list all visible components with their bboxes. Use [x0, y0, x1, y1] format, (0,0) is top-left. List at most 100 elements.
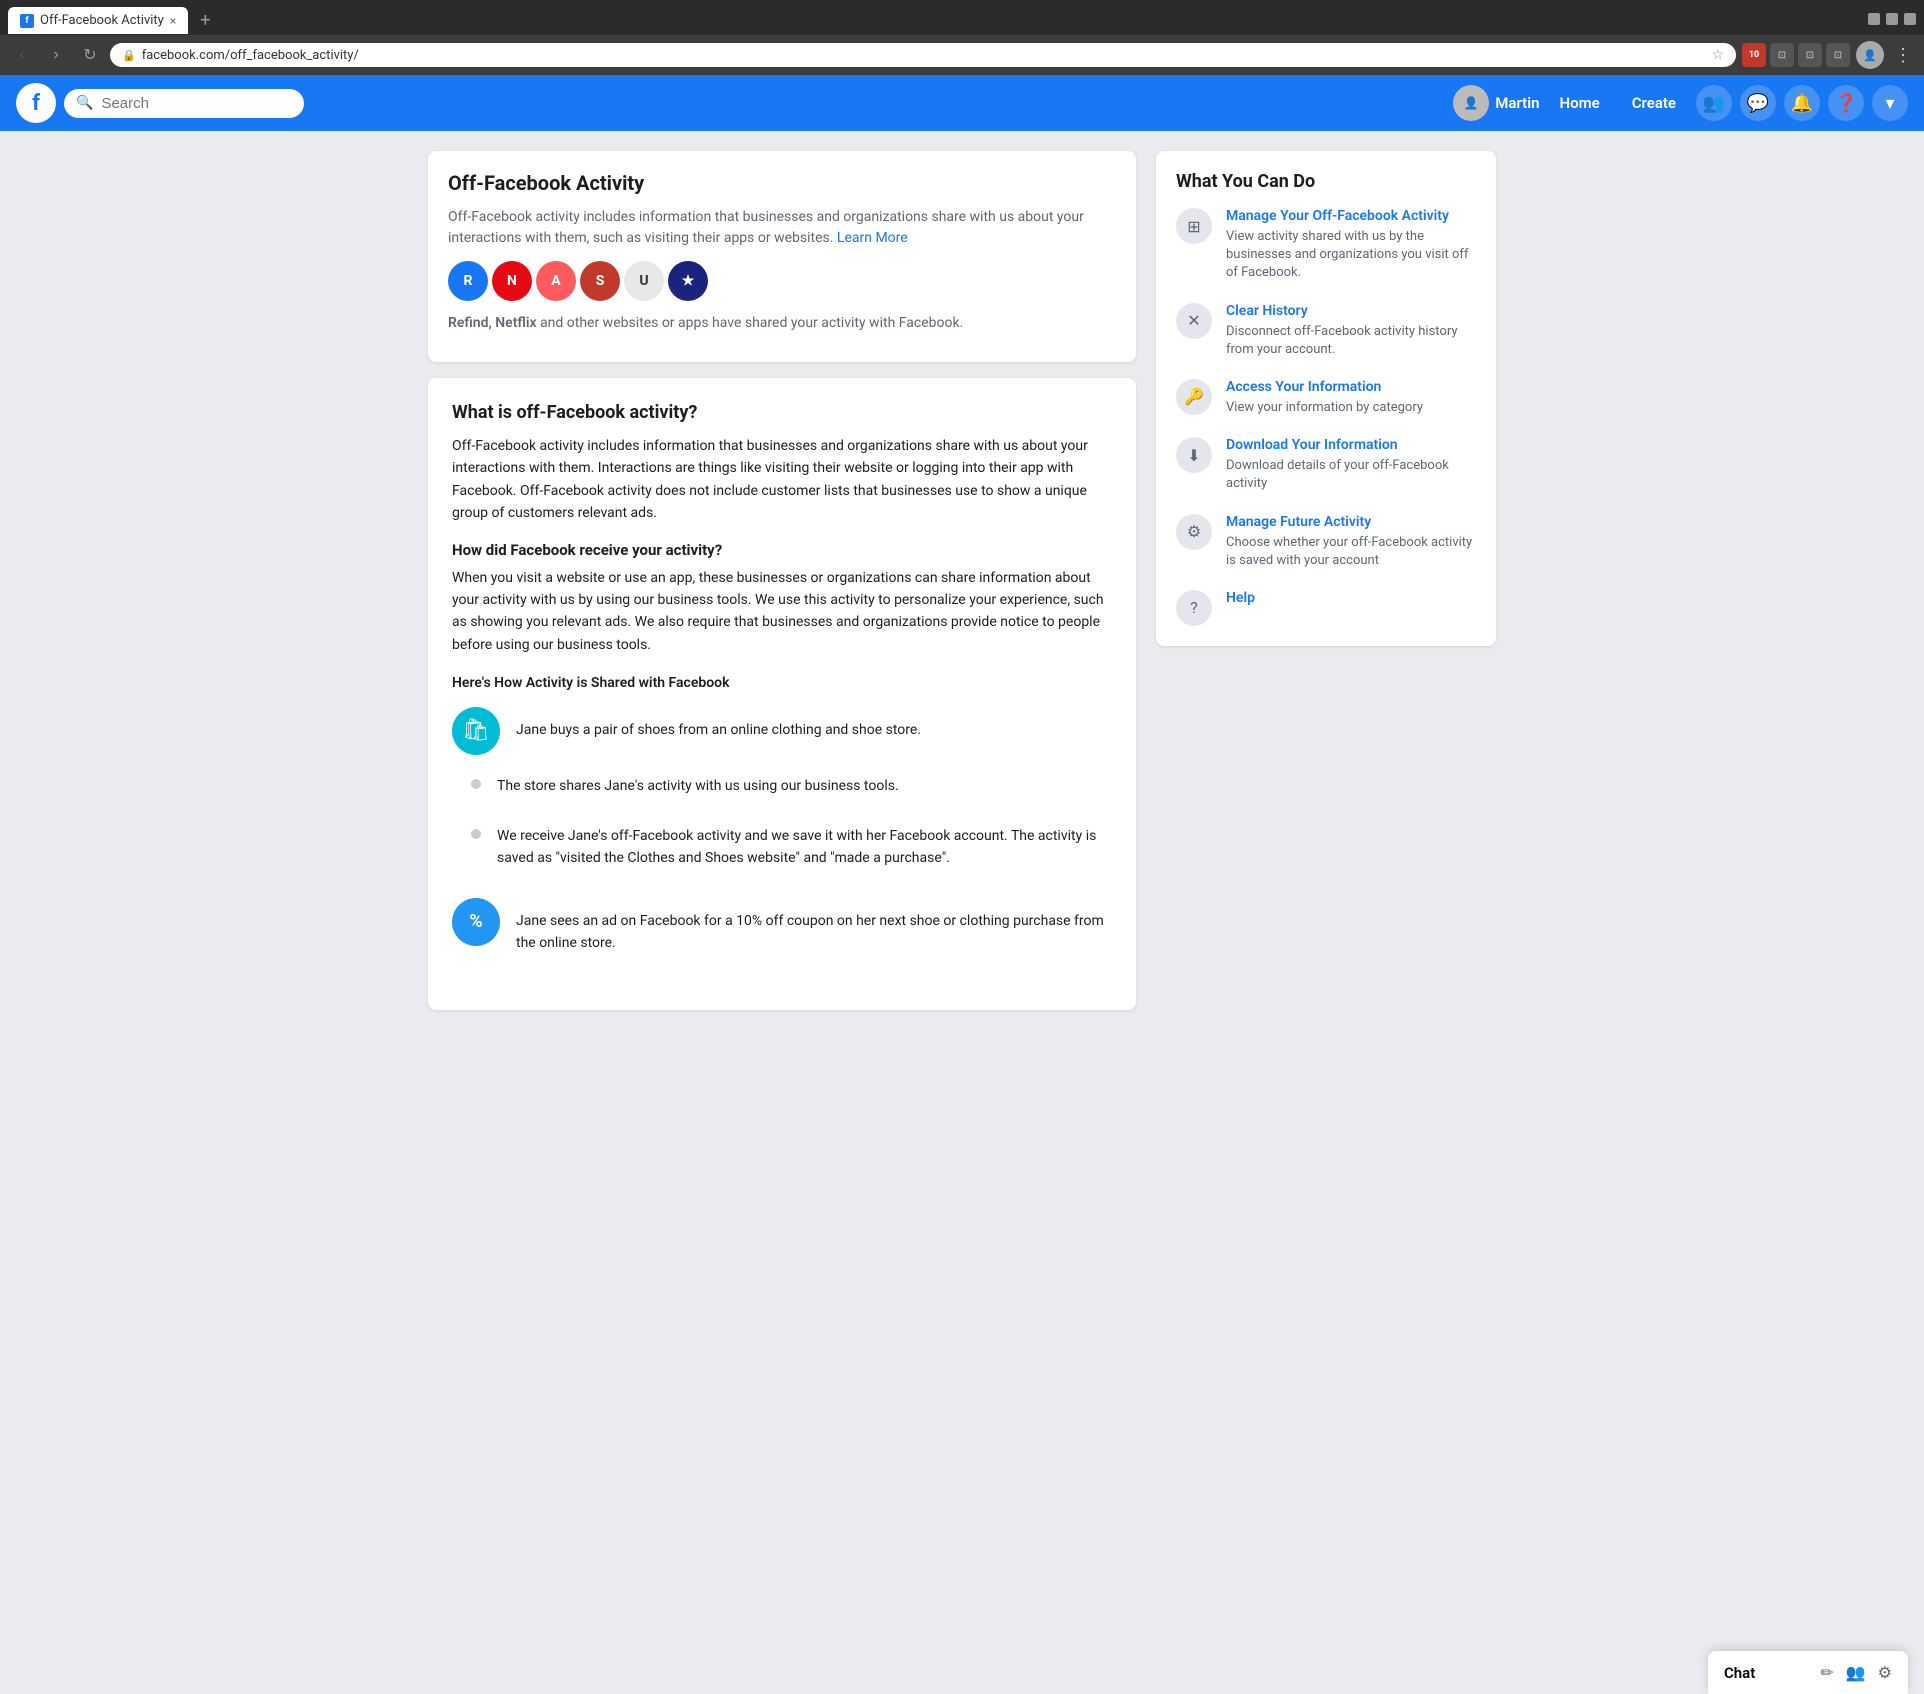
story-icon-2: % — [452, 898, 500, 946]
sidebar-title: What You Can Do — [1176, 171, 1476, 192]
clear-icon: ✕ — [1176, 303, 1212, 339]
bullet-item-2: We receive Jane's off-Facebook activity … — [452, 825, 1112, 882]
account-menu-icon[interactable]: ▾ — [1872, 85, 1908, 121]
download-description: Download details of your off-Facebook ac… — [1226, 457, 1476, 493]
chat-contacts-icon[interactable]: 👥 — [1846, 1663, 1866, 1682]
download-link[interactable]: Download Your Information — [1226, 437, 1476, 453]
bullet-text-2: We receive Jane's off-Facebook activity … — [497, 825, 1112, 870]
access-icon: 🔑 — [1176, 379, 1212, 415]
tab-favicon: f — [20, 14, 34, 28]
main-container: Off-Facebook Activity Off-Facebook activ… — [412, 151, 1512, 1010]
info-paragraph-2: When you visit a website or use an app, … — [452, 567, 1112, 657]
how-title: How did Facebook receive your activity? — [452, 541, 1112, 559]
help-icon[interactable]: ❓ — [1828, 85, 1864, 121]
story-item-1: 🛍 Jane buys a pair of shoes from an onli… — [452, 707, 1112, 755]
info-card: What is off-Facebook activity? Off-Faceb… — [428, 378, 1136, 1010]
story-icon-1: 🛍 — [452, 707, 500, 755]
clear-content: Clear History Disconnect off-Facebook ac… — [1226, 303, 1476, 359]
clear-link[interactable]: Clear History — [1226, 303, 1476, 319]
chat-settings-icon[interactable]: ⚙ — [1878, 1663, 1892, 1682]
chat-label: Chat — [1724, 1664, 1808, 1682]
future-content: Manage Future Activity Choose whether yo… — [1226, 514, 1476, 570]
app-icons-row: R N A S U ★ — [448, 261, 1116, 301]
info-paragraph-1: Off-Facebook activity includes informati… — [452, 435, 1112, 525]
download-icon: ⬇ — [1176, 437, 1212, 473]
manage-link[interactable]: Manage Your Off-Facebook Activity — [1226, 208, 1476, 224]
manage-content: Manage Your Off-Facebook Activity View a… — [1226, 208, 1476, 283]
facebook-logo: f — [16, 83, 56, 123]
forward-button[interactable]: › — [42, 41, 70, 69]
access-content: Access Your Information View your inform… — [1226, 379, 1476, 417]
search-box[interactable]: 🔍 — [64, 89, 304, 118]
tab-title: Off-Facebook Activity — [40, 13, 164, 28]
refresh-button[interactable]: ↻ — [76, 41, 104, 69]
tab-bar: f Off-Facebook Activity × + — [0, 0, 1924, 35]
address-text: facebook.com/off_facebook_activity/ — [142, 48, 1706, 63]
app-icon-4: S — [580, 261, 620, 301]
hero-card: Off-Facebook Activity Off-Facebook activ… — [428, 151, 1136, 362]
future-link[interactable]: Manage Future Activity — [1226, 514, 1476, 530]
how-shared-title: Here's How Activity is Shared with Faceb… — [452, 672, 1112, 694]
help-action-icon: ? — [1176, 590, 1212, 626]
action-access[interactable]: 🔑 Access Your Information View your info… — [1176, 379, 1476, 417]
download-content: Download Your Information Download detai… — [1226, 437, 1476, 493]
chat-bar: Chat ✏ 👥 ⚙ — [1708, 1651, 1908, 1694]
hero-intro: Off-Facebook activity includes informati… — [448, 207, 1116, 249]
ext-btn-3[interactable]: ⊡ — [1798, 43, 1822, 67]
facebook-nav: 👤 Martin Home Create 👥 💬 🔔 ❓ ▾ — [1453, 85, 1908, 121]
hero-title: Off-Facebook Activity — [448, 171, 1116, 195]
action-help[interactable]: ? Help — [1176, 590, 1476, 626]
activity-intro-text: Refind, Netflix and other websites or ap… — [448, 313, 1116, 334]
address-bar[interactable]: 🔒 facebook.com/off_facebook_activity/ ☆ — [110, 43, 1736, 67]
lock-icon: 🔒 — [122, 49, 136, 62]
bullet-item-1: The store shares Jane's activity with us… — [452, 775, 1112, 809]
user-profile-link[interactable]: 👤 Martin — [1453, 85, 1539, 121]
action-future[interactable]: ⚙ Manage Future Activity Choose whether … — [1176, 514, 1476, 570]
browser-profile-icon[interactable]: 👤 — [1856, 41, 1884, 69]
info-title: What is off-Facebook activity? — [452, 402, 1112, 423]
access-description: View your information by category — [1226, 399, 1476, 417]
restore-button[interactable] — [1886, 13, 1898, 25]
right-panel: What You Can Do ⊞ Manage Your Off-Facebo… — [1156, 151, 1496, 1010]
messenger-icon[interactable]: 💬 — [1740, 85, 1776, 121]
friends-icon[interactable]: 👥 — [1696, 85, 1732, 121]
search-icon: 🔍 — [76, 95, 93, 111]
bullet-text-1: The store shares Jane's activity with us… — [497, 775, 1112, 797]
app-icon-netflix: N — [492, 261, 532, 301]
minimize-button[interactable] — [1868, 13, 1880, 25]
search-input[interactable] — [101, 95, 281, 112]
back-button[interactable]: ‹ — [8, 41, 36, 69]
story-text-2: Jane sees an ad on Facebook for a 10% of… — [516, 898, 1112, 955]
access-link[interactable]: Access Your Information — [1226, 379, 1476, 395]
tab-close-button[interactable]: × — [170, 14, 176, 28]
active-tab[interactable]: f Off-Facebook Activity × — [8, 7, 188, 34]
action-manage[interactable]: ⊞ Manage Your Off-Facebook Activity View… — [1176, 208, 1476, 283]
action-download[interactable]: ⬇ Download Your Information Download det… — [1176, 437, 1476, 493]
manage-description: View activity shared with us by the busi… — [1226, 228, 1476, 283]
help-content: Help — [1226, 590, 1476, 626]
ext-btn-1[interactable]: 10 — [1742, 43, 1766, 67]
create-nav-link[interactable]: Create — [1620, 86, 1688, 120]
bullet-dot-1 — [471, 779, 481, 789]
future-description: Choose whether your off-Facebook activit… — [1226, 534, 1476, 570]
bookmark-icon[interactable]: ☆ — [1711, 47, 1724, 63]
manage-icon: ⊞ — [1176, 208, 1212, 244]
new-tab-button[interactable]: + — [192, 6, 218, 35]
app-icon-5: U — [624, 261, 664, 301]
app-icon-refind: R — [448, 261, 488, 301]
learn-more-link[interactable]: Learn More — [837, 230, 908, 246]
chat-compose-icon[interactable]: ✏ — [1820, 1663, 1833, 1682]
notifications-icon[interactable]: 🔔 — [1784, 85, 1820, 121]
user-avatar: 👤 — [1453, 85, 1489, 121]
ext-btn-4[interactable]: ⊡ — [1826, 43, 1850, 67]
close-button[interactable] — [1904, 13, 1916, 25]
sidebar-card: What You Can Do ⊞ Manage Your Off-Facebo… — [1156, 151, 1496, 646]
help-link[interactable]: Help — [1226, 590, 1476, 606]
facebook-header: f 🔍 👤 Martin Home Create 👥 💬 🔔 ❓ ▾ — [0, 75, 1924, 131]
browser-chrome: f Off-Facebook Activity × + ‹ › ↻ 🔒 face… — [0, 0, 1924, 75]
action-clear[interactable]: ✕ Clear History Disconnect off-Facebook … — [1176, 303, 1476, 359]
browser-menu-button[interactable]: ⋮ — [1890, 45, 1916, 66]
app-icon-6: ★ — [668, 261, 708, 301]
ext-btn-2[interactable]: ⊡ — [1770, 43, 1794, 67]
home-nav-link[interactable]: Home — [1547, 86, 1611, 120]
